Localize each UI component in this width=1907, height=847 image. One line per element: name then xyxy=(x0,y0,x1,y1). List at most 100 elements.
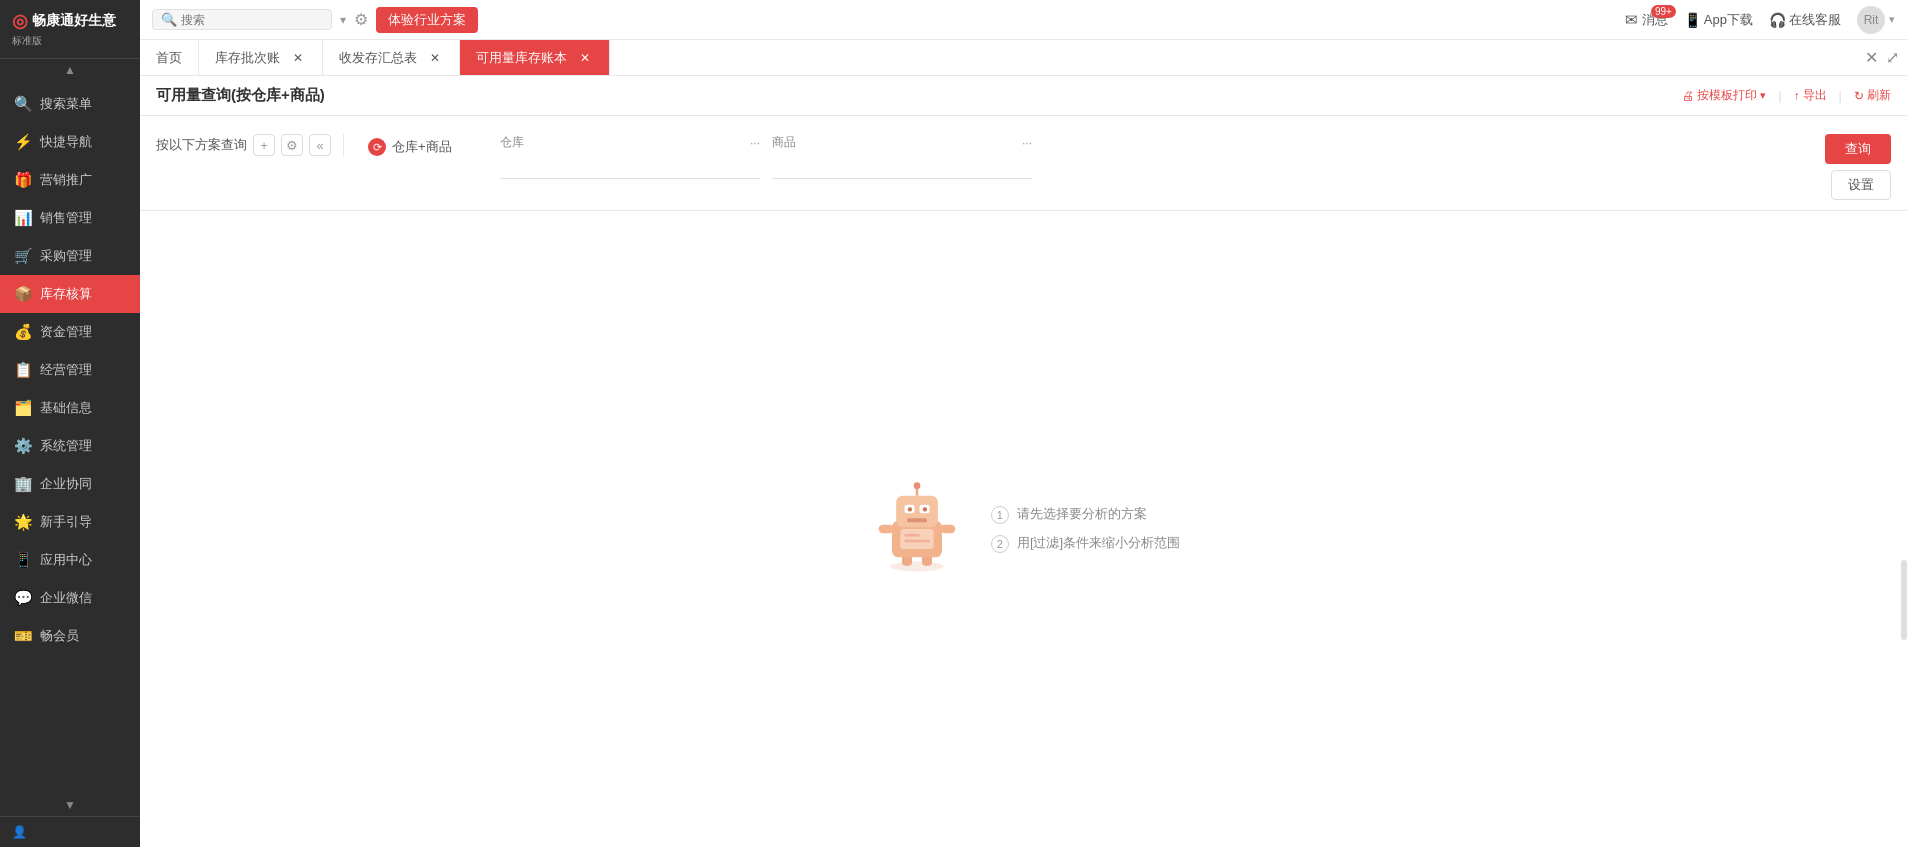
filter-actions: 查询 设置 xyxy=(1813,134,1891,200)
print-chevron-icon: ▾ xyxy=(1760,89,1766,102)
cart-icon: 🛒 xyxy=(14,247,32,265)
svg-rect-8 xyxy=(923,507,927,511)
sidebar-item-apps[interactable]: 📱 应用中心 xyxy=(0,541,140,579)
tip-number-2: 2 xyxy=(991,535,1009,553)
filter-settings-button[interactable]: ⚙ xyxy=(281,134,303,156)
tab-close-available-inventory[interactable]: ✕ xyxy=(577,50,593,66)
sidebar-item-basic[interactable]: 🗂️ 基础信息 xyxy=(0,389,140,427)
sidebar-nav: 🔍 搜索菜单 ⚡ 快捷导航 🎁 营销推广 📊 销售管理 🛒 采购管理 📦 库存核… xyxy=(0,81,140,794)
sidebar-item-wechat[interactable]: 💬 企业微信 xyxy=(0,579,140,617)
action-separator-1: | xyxy=(1778,88,1781,103)
notification-button[interactable]: ✉ 消息 99+ xyxy=(1625,11,1668,29)
tab-batch-account[interactable]: 库存批次账 ✕ xyxy=(199,40,323,75)
page-header: 可用量查询(按仓库+商品) 🖨 按模板打印 ▾ | ↑ 导出 | ↻ xyxy=(140,76,1907,116)
topbar-search-box[interactable]: 🔍 xyxy=(152,9,332,30)
industry-solution-button[interactable]: 体验行业方案 xyxy=(376,7,478,33)
app-title: ◎ 畅康通好生意 xyxy=(12,10,128,32)
warehouse-input[interactable] xyxy=(500,155,760,179)
goods-input[interactable] xyxy=(772,155,1032,179)
refresh-button[interactable]: ↻ 刷新 xyxy=(1854,87,1891,104)
sidebar-item-sales[interactable]: 📊 销售管理 xyxy=(0,199,140,237)
notification-badge: 99+ xyxy=(1651,5,1676,18)
gear-icon: ⚙️ xyxy=(14,437,32,455)
svg-point-11 xyxy=(914,482,921,489)
ticket-icon: 🎫 xyxy=(14,627,32,645)
sidebar-item-member[interactable]: 🎫 畅会员 xyxy=(0,617,140,655)
user-menu[interactable]: Rit ▾ xyxy=(1857,6,1895,34)
online-service-link[interactable]: 🎧 在线客服 xyxy=(1769,11,1841,29)
svg-rect-15 xyxy=(904,534,919,537)
sidebar-scroll-down[interactable]: ▼ xyxy=(0,794,140,816)
search-chevron-icon[interactable]: ▾ xyxy=(340,13,346,27)
sidebar-bottom-user[interactable]: 👤 xyxy=(0,816,140,847)
goods-more-btn[interactable]: ··· xyxy=(1022,136,1032,150)
filter-collapse-button[interactable]: « xyxy=(309,134,331,156)
sidebar-item-enterprise[interactable]: 🏢 企业协同 xyxy=(0,465,140,503)
app-badge: 标准版 xyxy=(12,34,128,48)
warehouse-label: 仓库 ··· xyxy=(500,134,760,151)
scheme-warehouse-goods[interactable]: ⟳ 仓库+商品 xyxy=(360,134,468,160)
content-inner: 可用量查询(按仓库+商品) 🖨 按模板打印 ▾ | ↑ 导出 | ↻ xyxy=(140,76,1907,847)
sidebar-item-system[interactable]: ⚙️ 系统管理 xyxy=(0,427,140,465)
filter-label-area: 按以下方案查询 + ⚙ « xyxy=(156,134,344,156)
print-icon: 🖨 xyxy=(1682,89,1694,103)
sidebar-item-newbie[interactable]: 🌟 新手引导 xyxy=(0,503,140,541)
sidebar-item-marketing[interactable]: 🎁 营销推广 xyxy=(0,161,140,199)
filter-fields-area: 仓库 ··· 商品 ··· xyxy=(484,134,1813,179)
warehouse-more-btn[interactable]: ··· xyxy=(750,136,760,150)
sidebar-item-finance[interactable]: 💰 资金管理 xyxy=(0,313,140,351)
main-content: 🔍 ▾ ⚙ 体验行业方案 ✉ 消息 99+ 📱 App下载 🎧 在线客服 Ri xyxy=(140,0,1907,847)
headphone-icon: 🎧 xyxy=(1769,12,1786,28)
search-input-icon: 🔍 xyxy=(161,12,177,27)
filter-add-button[interactable]: + xyxy=(253,134,275,156)
building-icon: 🏢 xyxy=(14,475,32,493)
scheme-icon: ⟳ xyxy=(368,138,386,156)
search-input[interactable] xyxy=(181,13,301,27)
user-avatar-icon: 👤 xyxy=(12,825,27,839)
topbar-gear-icon[interactable]: ⚙ xyxy=(354,10,368,29)
empty-state-illustration xyxy=(867,479,967,579)
sidebar-logo: ◎ 畅康通好生意 标准版 xyxy=(0,0,140,59)
tip-number-1: 1 xyxy=(991,506,1009,524)
tab-close-inventory-summary[interactable]: ✕ xyxy=(427,50,443,66)
app-download-link[interactable]: 📱 App下载 xyxy=(1684,11,1753,29)
box-icon: 📦 xyxy=(14,285,32,303)
sidebar-item-shortcut[interactable]: ⚡ 快捷导航 xyxy=(0,123,140,161)
tip-2: 2 用[过滤]条件来缩小分析范围 xyxy=(991,534,1180,553)
clipboard-icon: 📋 xyxy=(14,361,32,379)
tab-close-batch-account[interactable]: ✕ xyxy=(290,50,306,66)
chart-icon: 📊 xyxy=(14,209,32,227)
empty-tips: 1 请先选择要分析的方案 2 用[过滤]条件来缩小分析范围 xyxy=(991,505,1180,553)
tab-available-inventory[interactable]: 可用量库存账本 ✕ xyxy=(460,40,610,75)
tab-expand-icon[interactable]: ⤢ xyxy=(1886,48,1899,67)
filter-scheme-list: ⟳ 仓库+商品 xyxy=(344,134,484,160)
refresh-icon: ↻ xyxy=(1854,89,1864,103)
user-chevron-icon: ▾ xyxy=(1889,13,1895,26)
empty-state-content: 1 请先选择要分析的方案 2 用[过滤]条件来缩小分析范围 xyxy=(867,479,1180,579)
svg-rect-12 xyxy=(879,525,894,533)
topbar-right-area: ✉ 消息 99+ 📱 App下载 🎧 在线客服 Rit ▾ xyxy=(1625,6,1895,34)
chat-icon: 💬 xyxy=(14,589,32,607)
sidebar-item-purchase[interactable]: 🛒 采购管理 xyxy=(0,237,140,275)
sidebar-scroll-up[interactable]: ▲ xyxy=(0,59,140,81)
topbar: 🔍 ▾ ⚙ 体验行业方案 ✉ 消息 99+ 📱 App下载 🎧 在线客服 Ri xyxy=(140,0,1907,40)
settings-button[interactable]: 设置 xyxy=(1831,170,1891,200)
tab-close-icon[interactable]: ✕ xyxy=(1865,48,1878,67)
export-button[interactable]: ↑ 导出 xyxy=(1794,87,1827,104)
sidebar-item-operation[interactable]: 📋 经营管理 xyxy=(0,351,140,389)
filter-label: 按以下方案查询 xyxy=(156,136,247,154)
sidebar-item-inventory[interactable]: 📦 库存核算 xyxy=(0,275,140,313)
tab-inventory-summary[interactable]: 收发存汇总表 ✕ xyxy=(323,40,460,75)
svg-rect-7 xyxy=(908,507,912,511)
print-button[interactable]: 🖨 按模板打印 ▾ xyxy=(1682,87,1766,104)
query-button[interactable]: 查询 xyxy=(1825,134,1891,164)
tabs-end-actions: ✕ ⤢ xyxy=(1857,48,1907,67)
svg-rect-9 xyxy=(907,518,927,522)
tab-home[interactable]: 首页 xyxy=(140,40,199,75)
scrollbar-thumb[interactable] xyxy=(1901,560,1907,640)
sidebar-item-search[interactable]: 🔍 搜索菜单 xyxy=(0,85,140,123)
svg-rect-4 xyxy=(896,496,938,528)
app-download-icon: 📱 xyxy=(1684,12,1701,28)
svg-rect-13 xyxy=(940,525,955,533)
svg-rect-16 xyxy=(904,540,929,543)
